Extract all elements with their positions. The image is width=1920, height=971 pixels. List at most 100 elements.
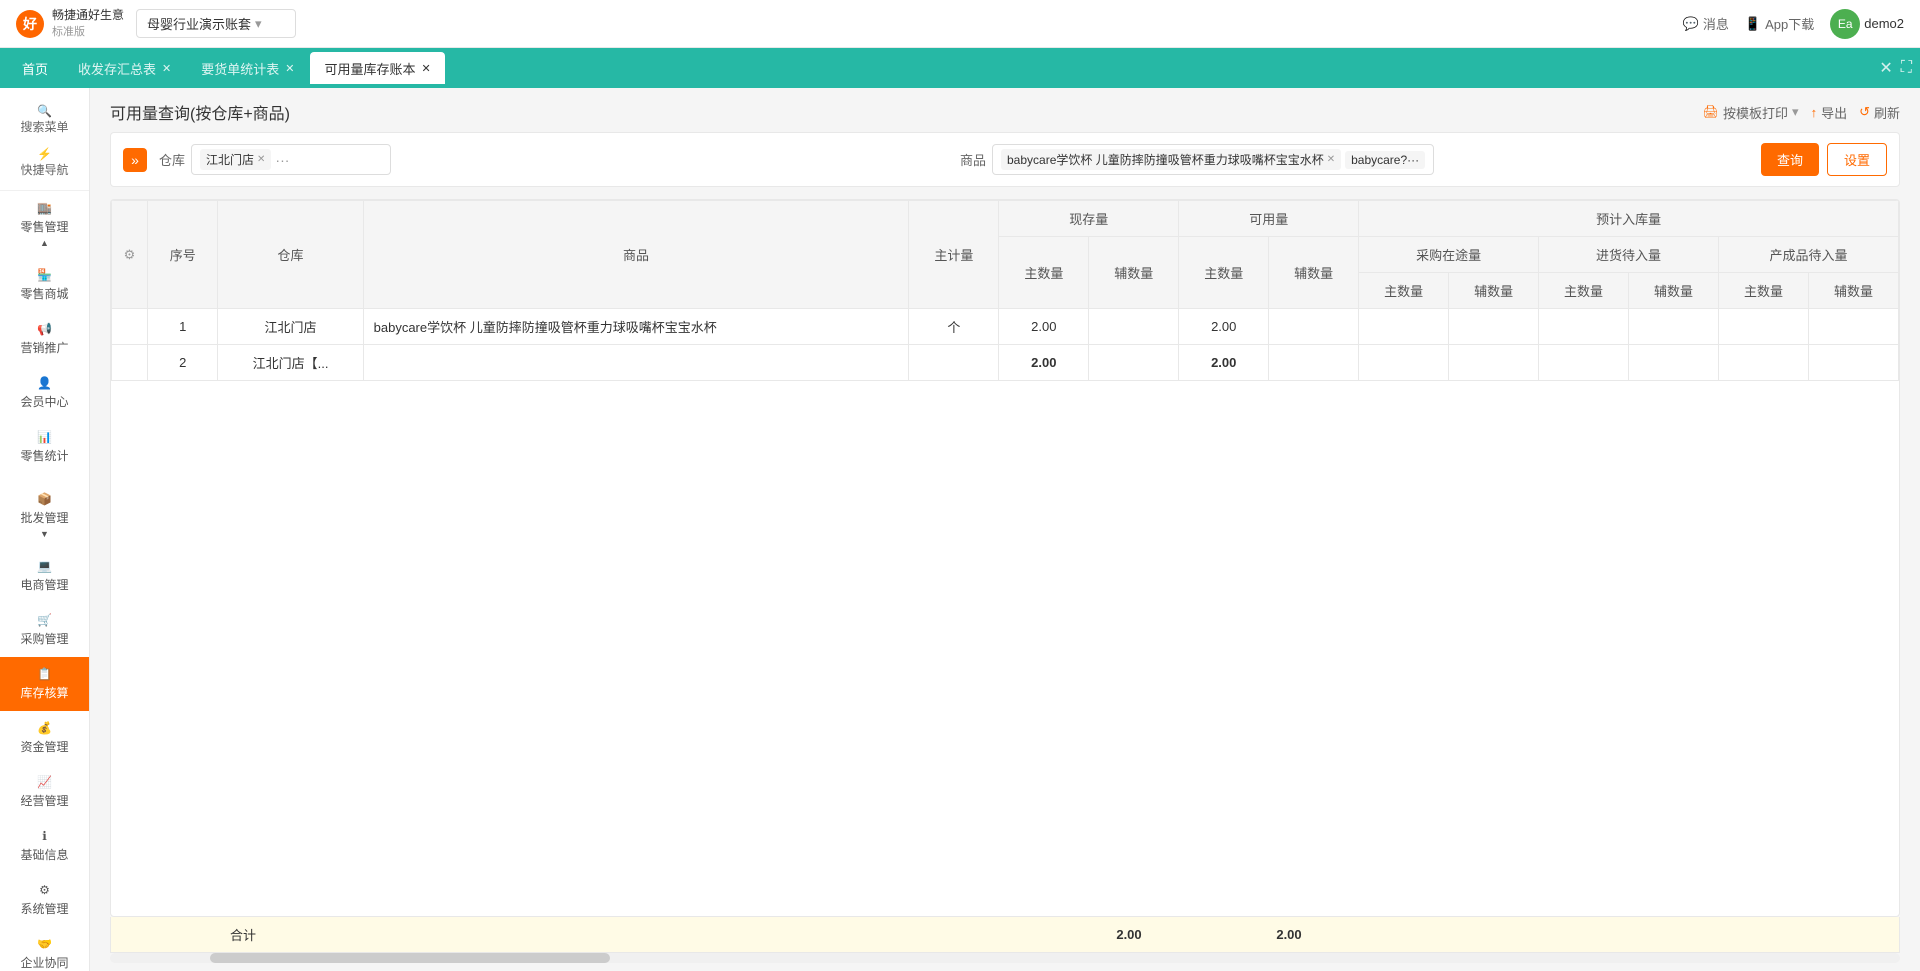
- basic-info-icon: ℹ: [42, 829, 47, 843]
- org-name: 母婴行业演示账套: [147, 14, 251, 33]
- quick-nav-label: 快捷导航: [4, 161, 85, 178]
- th-purchase-transit: 采购在途量: [1359, 237, 1539, 273]
- sidebar-item-marketing[interactable]: 📢 营销推广: [0, 312, 89, 366]
- warehouse-filter-input[interactable]: 江北门店 ✕ ···: [191, 144, 391, 175]
- cell-index-1: 1: [148, 309, 218, 345]
- download-action[interactable]: 📱 App下载: [1745, 14, 1814, 33]
- sidebar-top: 🔍 搜索菜单 ⚡ 快捷导航: [0, 88, 89, 191]
- th-current-aux: 辅数量: [1089, 237, 1179, 309]
- close-all-tabs-button[interactable]: ✕: [1879, 58, 1892, 78]
- page-actions: 🖨 按模板打印 ▾ ↑ 导出 ↺ 刷新: [1703, 103, 1901, 122]
- org-selector[interactable]: 母婴行业演示账套 ▾: [136, 9, 296, 38]
- sidebar-item-retail-stats[interactable]: 📊 零售统计: [0, 420, 89, 474]
- filter-actions: 查询 设置: [1761, 143, 1887, 176]
- sidebar-item-retail-mgmt[interactable]: 🏬 零售管理 ▲: [0, 191, 89, 258]
- sidebar-item-system[interactable]: ⚙ 系统管理: [0, 873, 89, 927]
- footer-curr-main: 2.00: [1089, 927, 1169, 942]
- user-area[interactable]: Ea demo2: [1830, 9, 1904, 39]
- sidebar-item-enterprise[interactable]: 🤝 企业协同: [0, 927, 89, 971]
- sidebar-item-ecommerce[interactable]: 💻 电商管理: [0, 549, 89, 603]
- tab-order-stats[interactable]: 要货单统计表 ✕: [187, 52, 308, 84]
- tab-available-inventory[interactable]: 可用量库存账本 ✕: [310, 52, 444, 84]
- table-footer: 合计 2.00 2.00: [110, 917, 1900, 953]
- query-button[interactable]: 查询: [1761, 143, 1819, 176]
- cell-curr-aux-2: [1089, 345, 1179, 381]
- nav-window-controls: ✕ ⛶: [1879, 58, 1912, 78]
- cell-warehouse-1: 江北门店: [218, 309, 363, 345]
- warehouse-tag-1-remove[interactable]: ✕: [257, 154, 265, 165]
- tab-home[interactable]: 首页: [8, 52, 62, 84]
- filter-expand-button[interactable]: »: [123, 148, 147, 172]
- cell-curr-main-2: 2.00: [999, 345, 1089, 381]
- sidebar-item-purchase[interactable]: 🛒 采购管理: [0, 603, 89, 657]
- th-expected-inbound: 预计入库量: [1359, 201, 1899, 237]
- avatar-initials: Ea: [1838, 17, 1853, 31]
- th-main-unit: 主计量: [909, 201, 999, 309]
- message-action[interactable]: 💬 消息: [1683, 14, 1729, 33]
- sidebar-item-inventory-label: 库存核算: [20, 684, 68, 701]
- table-scrollbar[interactable]: [110, 953, 1900, 963]
- refresh-icon: ↺: [1859, 104, 1870, 120]
- sidebar-item-retail-store-label: 零售商城: [20, 285, 68, 302]
- top-bar-left: 好 畅捷通好生意 标准版 母婴行业演示账套 ▾: [16, 8, 296, 40]
- finance-icon: 💰: [37, 721, 52, 735]
- th-pp-main: 主数量: [1718, 273, 1808, 309]
- product-filter-input[interactable]: babycare学饮杯 儿童防摔防撞吸管杯重力球吸嘴杯宝宝水杯 ✕ babyca…: [992, 144, 1434, 175]
- th-pp-aux: 辅数量: [1808, 273, 1898, 309]
- ecommerce-icon: 💻: [37, 559, 52, 573]
- retail-mgmt-icon: 🏬: [37, 201, 52, 215]
- sidebar-item-member[interactable]: 👤 会员中心: [0, 366, 89, 420]
- filter-settings-button[interactable]: 设置: [1827, 143, 1887, 176]
- tab-available-inventory-label: 可用量库存账本: [324, 59, 415, 78]
- top-bar-right: 💬 消息 📱 App下载 Ea demo2: [1683, 9, 1904, 39]
- th-avail-aux: 辅数量: [1269, 237, 1359, 309]
- sidebar-item-marketing-label: 营销推广: [20, 339, 68, 356]
- tab-receive-summary[interactable]: 收发存汇总表 ✕: [64, 52, 185, 84]
- sidebar-item-wholesale[interactable]: 📦 批发管理 ▼: [0, 482, 89, 549]
- th-settings[interactable]: ⚙: [112, 201, 148, 309]
- cell-curr-main-1: 2.00: [999, 309, 1089, 345]
- sidebar-item-finance[interactable]: 💰 资金管理: [0, 711, 89, 765]
- product-tag-1-remove[interactable]: ✕: [1327, 154, 1335, 165]
- sidebar-quick-nav[interactable]: ⚡ 快捷导航: [0, 143, 89, 182]
- product-filter-field: 商品 babycare学饮杯 儿童防摔防撞吸管杯重力球吸嘴杯宝宝水杯 ✕ bab…: [960, 144, 1749, 175]
- data-table: ⚙ 序号 仓库 商品 主计量 现存量 可用量 预计入库量 主数量 辅数量 主数量: [111, 200, 1899, 381]
- export-button[interactable]: ↑ 导出: [1811, 103, 1848, 122]
- logo-area: 好 畅捷通好生意 标准版: [16, 8, 124, 40]
- cell-avail-main-2: 2.00: [1179, 345, 1269, 381]
- sidebar-item-retail-store[interactable]: 🏪 零售商城: [0, 258, 89, 312]
- download-icon: 📱: [1745, 16, 1761, 32]
- sidebar-item-operations[interactable]: 📈 经营管理: [0, 765, 89, 819]
- print-dropdown-icon: ▾: [1792, 104, 1799, 120]
- org-dropdown-icon: ▾: [255, 16, 262, 32]
- cell-avail-main-1: 2.00: [1179, 309, 1269, 345]
- logo-text-block: 畅捷通好生意 标准版: [52, 8, 124, 40]
- retail-mgmt-arrow: ▲: [40, 238, 49, 248]
- tab-order-stats-close[interactable]: ✕: [285, 62, 294, 75]
- nav-tabs: 首页 收发存汇总表 ✕ 要货单统计表 ✕ 可用量库存账本 ✕ ✕ ⛶: [0, 48, 1920, 88]
- sidebar-search[interactable]: 🔍 搜索菜单: [0, 96, 89, 143]
- tab-available-inventory-close[interactable]: ✕: [422, 62, 431, 75]
- download-label: App下载: [1765, 14, 1814, 33]
- inventory-icon: 📋: [37, 667, 52, 681]
- refresh-button[interactable]: ↺ 刷新: [1859, 103, 1900, 122]
- warehouse-filter-dots[interactable]: ···: [275, 152, 289, 168]
- sidebar-item-inventory[interactable]: 📋 库存核算: [0, 657, 89, 711]
- th-pt-aux: 辅数量: [1449, 273, 1539, 309]
- product-tag-2: babycare?···: [1345, 151, 1425, 169]
- cell-pi-aux-2: [1629, 345, 1719, 381]
- filter-bar: » 仓库 江北门店 ✕ ··· 商品 babycare学饮杯 儿童防摔防撞吸管杯…: [110, 132, 1900, 187]
- th-current-main: 主数量: [999, 237, 1089, 309]
- cell-unit-1: 个: [909, 309, 999, 345]
- cell-settings-2: [112, 345, 148, 381]
- scroll-thumb[interactable]: [210, 953, 610, 963]
- col-settings-icon[interactable]: ⚙: [124, 247, 136, 262]
- table-wrapper: ⚙ 序号 仓库 商品 主计量 现存量 可用量 预计入库量 主数量 辅数量 主数量: [110, 199, 1900, 917]
- expand-window-button[interactable]: ⛶: [1901, 59, 1912, 77]
- sidebar: 🔍 搜索菜单 ⚡ 快捷导航 🏬 零售管理 ▲ 🏪 零售商城 📢 营销推广 👤 会…: [0, 88, 90, 971]
- cell-settings-1: [112, 309, 148, 345]
- print-button[interactable]: 🖨 按模板打印 ▾: [1703, 103, 1799, 122]
- cell-avail-aux-2: [1269, 345, 1359, 381]
- sidebar-item-basic-info[interactable]: ℹ 基础信息: [0, 819, 89, 873]
- tab-receive-summary-close[interactable]: ✕: [162, 62, 171, 75]
